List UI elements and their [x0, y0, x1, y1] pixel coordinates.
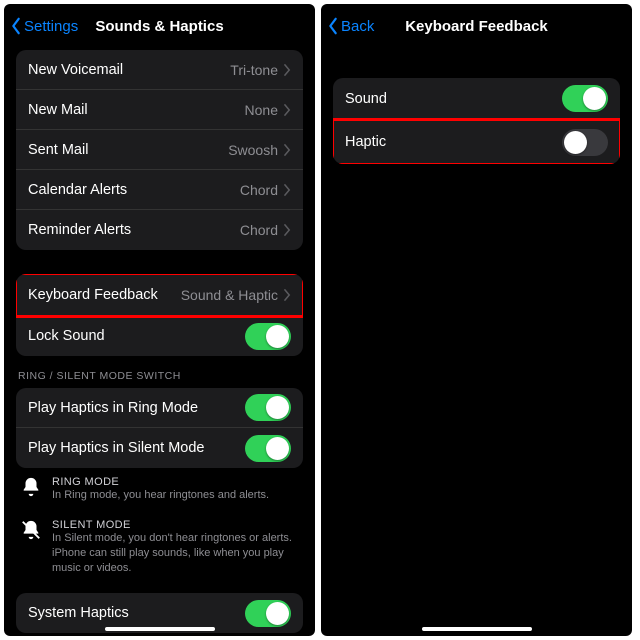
row-new-mail[interactable]: New Mail None	[16, 90, 303, 130]
row-new-voicemail[interactable]: New Voicemail Tri-tone	[16, 50, 303, 90]
row-sent-mail[interactable]: Sent Mail Swoosh	[16, 130, 303, 170]
silent-mode-body: In Silent mode, you don't hear ringtones…	[52, 531, 299, 576]
row-value: Swoosh	[228, 142, 278, 158]
row-value: Chord	[240, 222, 278, 238]
ring-mode-title: RING MODE	[52, 476, 269, 488]
row-lock-sound: Lock Sound	[16, 316, 303, 356]
keyboard-lock-list: Keyboard Feedback Sound & Haptic Lock So…	[16, 274, 303, 356]
navbar: Settings Sounds & Haptics	[4, 4, 315, 48]
row-value: Sound & Haptic	[181, 287, 278, 303]
row-haptics-silent: Play Haptics in Silent Mode	[16, 428, 303, 468]
row-label: Calendar Alerts	[28, 182, 240, 198]
system-haptics-toggle[interactable]	[245, 600, 291, 627]
phone-right: Back Keyboard Feedback Sound Haptic	[321, 4, 632, 636]
row-label: New Voicemail	[28, 62, 230, 78]
row-reminder-alerts[interactable]: Reminder Alerts Chord	[16, 210, 303, 250]
row-sound: Sound	[333, 78, 620, 120]
home-indicator[interactable]	[105, 627, 215, 631]
row-value: None	[245, 102, 278, 118]
row-haptics-ring: Play Haptics in Ring Mode	[16, 388, 303, 428]
system-footer: Play haptics for system controls and int…	[4, 633, 315, 636]
ring-header: RING / SILENT MODE SWITCH	[4, 370, 315, 388]
chevron-right-icon	[284, 289, 291, 301]
row-label: Sound	[345, 91, 562, 107]
chevron-right-icon	[284, 144, 291, 156]
back-button[interactable]: Back	[327, 17, 374, 35]
haptics-ring-toggle[interactable]	[245, 394, 291, 421]
back-label: Back	[341, 18, 374, 35]
silent-mode-title: SILENT MODE	[52, 519, 299, 531]
content: New Voicemail Tri-tone New Mail None Sen…	[4, 50, 315, 636]
sound-toggle[interactable]	[562, 85, 608, 112]
row-label: Keyboard Feedback	[28, 287, 181, 303]
row-label: Sent Mail	[28, 142, 228, 158]
silent-mode-info: SILENT MODE In Silent mode, you don't he…	[4, 511, 315, 584]
back-button[interactable]: Settings	[10, 17, 78, 35]
chevron-left-icon	[10, 17, 22, 35]
bell-icon	[20, 476, 42, 498]
back-label: Settings	[24, 18, 78, 35]
row-label: Play Haptics in Silent Mode	[28, 440, 245, 456]
row-keyboard-feedback[interactable]: Keyboard Feedback Sound & Haptic	[16, 274, 303, 316]
row-label: Lock Sound	[28, 328, 245, 344]
home-indicator[interactable]	[422, 627, 532, 631]
chevron-right-icon	[284, 104, 291, 116]
chevron-right-icon	[284, 224, 291, 236]
bell-slash-icon	[20, 519, 42, 541]
ring-switch-list: Play Haptics in Ring Mode Play Haptics i…	[16, 388, 303, 468]
phone-left: Settings Sounds & Haptics New Voicemail …	[4, 4, 315, 636]
lock-sound-toggle[interactable]	[245, 323, 291, 350]
row-label: Play Haptics in Ring Mode	[28, 400, 245, 416]
feedback-list: Sound Haptic	[333, 78, 620, 164]
row-value: Chord	[240, 182, 278, 198]
ring-mode-body: In Ring mode, you hear ringtones and ale…	[52, 488, 269, 503]
row-calendar-alerts[interactable]: Calendar Alerts Chord	[16, 170, 303, 210]
row-value: Tri-tone	[230, 62, 278, 78]
navbar: Back Keyboard Feedback	[321, 4, 632, 48]
chevron-left-icon	[327, 17, 339, 35]
row-label: System Haptics	[28, 605, 245, 621]
alerts-list: New Voicemail Tri-tone New Mail None Sen…	[16, 50, 303, 250]
haptics-silent-toggle[interactable]	[245, 435, 291, 462]
row-label: New Mail	[28, 102, 245, 118]
chevron-right-icon	[284, 184, 291, 196]
haptic-toggle[interactable]	[562, 129, 608, 156]
row-label: Reminder Alerts	[28, 222, 240, 238]
chevron-right-icon	[284, 64, 291, 76]
ring-mode-info: RING MODE In Ring mode, you hear rington…	[4, 468, 315, 511]
row-haptic: Haptic	[333, 120, 620, 164]
row-label: Haptic	[345, 134, 562, 150]
